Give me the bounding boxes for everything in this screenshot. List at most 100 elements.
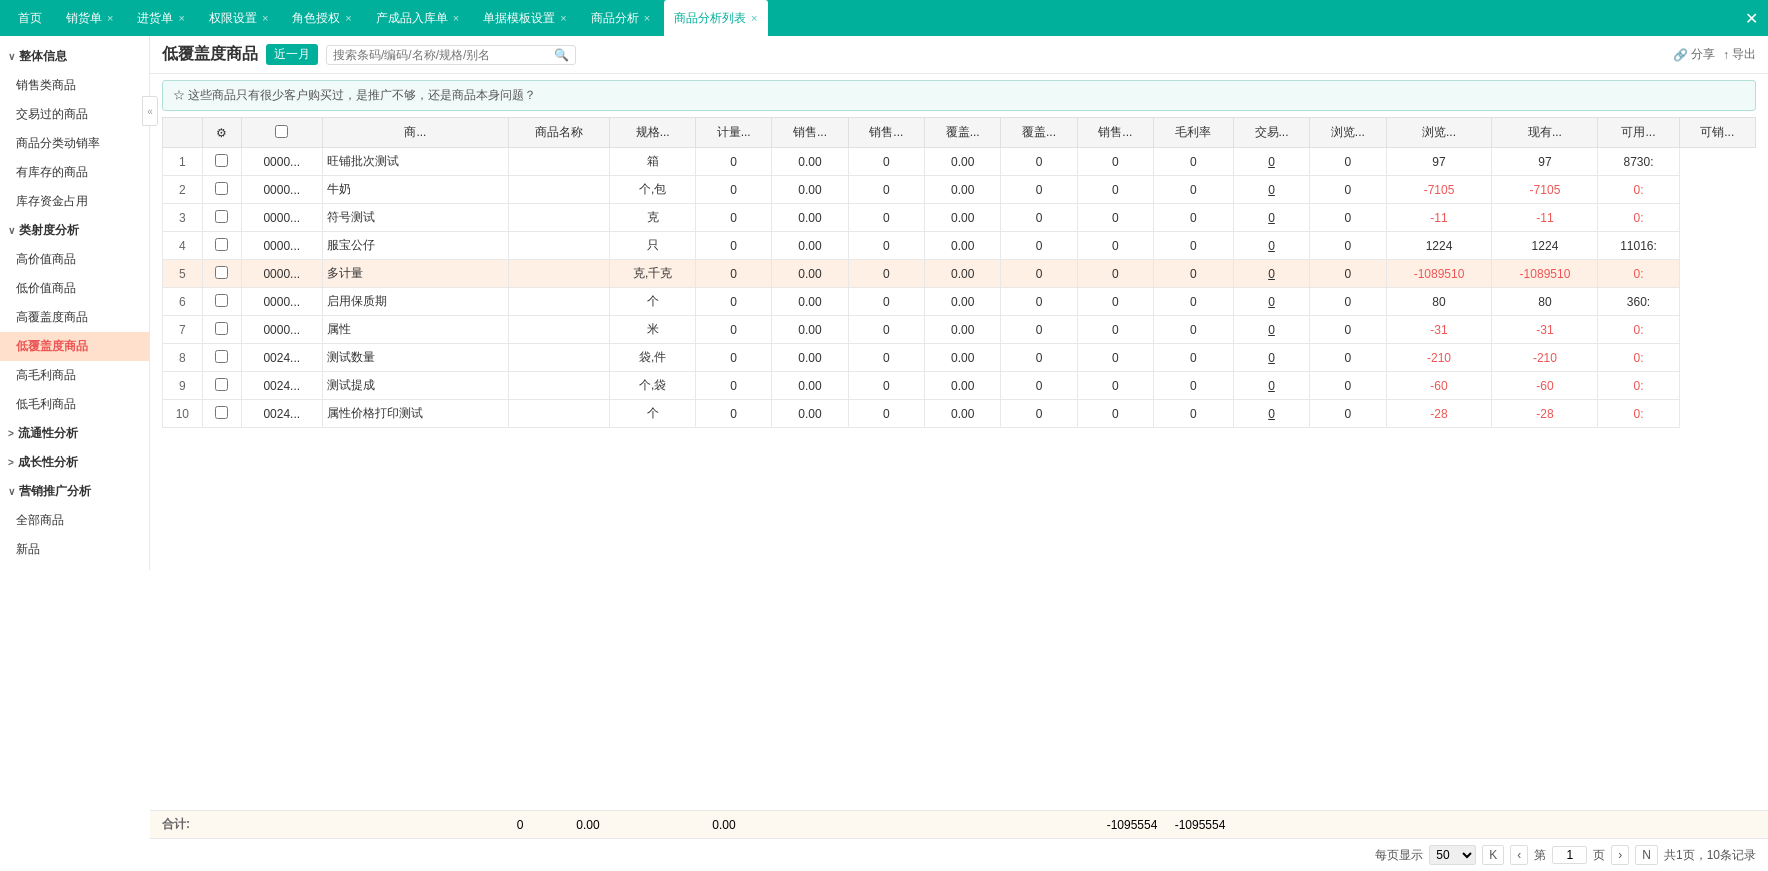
row-cover1-7: 0 bbox=[848, 344, 924, 372]
sidebar-item-new-goods[interactable]: 新品 bbox=[0, 535, 149, 564]
prev-page-button[interactable]: ‹ bbox=[1510, 845, 1528, 865]
nav-purchase-order[interactable]: 进货单 × bbox=[127, 0, 194, 36]
sidebar-item-sales-goods[interactable]: 销售类商品 bbox=[0, 71, 149, 100]
collapse-icon: > bbox=[8, 428, 14, 439]
time-filter-button[interactable]: 近一月 bbox=[266, 44, 318, 65]
row-browse1-4[interactable]: 0 bbox=[1233, 260, 1309, 288]
col-browse1-header: 浏览... bbox=[1310, 118, 1386, 148]
row-name-5[interactable]: 启用保质期 bbox=[322, 288, 508, 316]
row-checkbox-6[interactable] bbox=[202, 316, 241, 344]
row-browse1-9[interactable]: 0 bbox=[1233, 400, 1309, 428]
last-page-button[interactable]: N bbox=[1635, 845, 1658, 865]
first-page-button[interactable]: K bbox=[1482, 845, 1504, 865]
sidebar-collapse-button[interactable]: « bbox=[142, 96, 158, 126]
row-name-0[interactable]: 旺铺批次测试 bbox=[322, 148, 508, 176]
row-checkbox-2[interactable] bbox=[202, 204, 241, 232]
sidebar-section-liquidity[interactable]: > 流通性分析 bbox=[0, 419, 149, 448]
col-trade-header: 交易... bbox=[1233, 118, 1309, 148]
close-icon[interactable]: × bbox=[178, 0, 184, 36]
sidebar-section-growth[interactable]: > 成长性分析 bbox=[0, 448, 149, 477]
footer-sales2-total: 0.00 bbox=[558, 818, 618, 832]
row-checkbox-5[interactable] bbox=[202, 288, 241, 316]
nav-product-analysis[interactable]: 商品分析 × bbox=[581, 0, 660, 36]
sidebar-item-high-value[interactable]: 高价值商品 bbox=[0, 245, 149, 274]
row-browse1-7[interactable]: 0 bbox=[1233, 344, 1309, 372]
sidebar-section-overview[interactable]: ∨ 整体信息 bbox=[0, 42, 149, 71]
nav-product-analysis-list[interactable]: 商品分析列表 × bbox=[664, 0, 767, 36]
row-browse1-6[interactable]: 0 bbox=[1233, 316, 1309, 344]
row-name-4[interactable]: 多计量 bbox=[322, 260, 508, 288]
close-icon[interactable]: × bbox=[644, 0, 650, 36]
per-page-select[interactable]: 50 100 200 bbox=[1429, 845, 1476, 865]
row-gross-4: 0 bbox=[1077, 260, 1153, 288]
sidebar-item-low-coverage[interactable]: 低覆盖度商品 bbox=[0, 332, 149, 361]
row-name-9[interactable]: 属性价格打印测试 bbox=[322, 400, 508, 428]
row-trade-0: 0 bbox=[1154, 148, 1234, 176]
nav-home[interactable]: 首页 bbox=[8, 0, 52, 36]
row-name-2[interactable]: 符号测试 bbox=[322, 204, 508, 232]
row-cover2-1: 0.00 bbox=[925, 176, 1001, 204]
row-name-7[interactable]: 测试数量 bbox=[322, 344, 508, 372]
window-close-button[interactable]: ✕ bbox=[1745, 9, 1758, 28]
page-title: 低覆盖度商品 bbox=[162, 44, 258, 65]
share-button[interactable]: 🔗 分享 bbox=[1673, 46, 1715, 63]
close-icon[interactable]: × bbox=[751, 0, 757, 36]
close-icon[interactable]: × bbox=[560, 0, 566, 36]
export-button[interactable]: ↑ 导出 bbox=[1723, 46, 1756, 63]
row-name-8[interactable]: 测试提成 bbox=[322, 372, 508, 400]
nav-sales-order[interactable]: 销货单 × bbox=[56, 0, 123, 36]
sidebar-item-all-goods[interactable]: 全部商品 bbox=[0, 506, 149, 535]
sidebar-item-high-coverage[interactable]: 高覆盖度商品 bbox=[0, 303, 149, 332]
row-checkbox-9[interactable] bbox=[202, 400, 241, 428]
row-checkbox-1[interactable] bbox=[202, 176, 241, 204]
row-checkbox-0[interactable] bbox=[202, 148, 241, 176]
row-browse1-5[interactable]: 0 bbox=[1233, 288, 1309, 316]
row-sales2-9: 0.00 bbox=[772, 400, 848, 428]
nav-finished-goods[interactable]: 产成品入库单 × bbox=[366, 0, 469, 36]
row-browse1-2[interactable]: 0 bbox=[1233, 204, 1309, 232]
sidebar-section-coverage-analysis[interactable]: ∨ 类射度分析 bbox=[0, 216, 149, 245]
row-unit-3: 只 bbox=[610, 232, 696, 260]
sidebar-item-category-sales-rate[interactable]: 商品分类动销率 bbox=[0, 129, 149, 158]
row-browse1-0[interactable]: 0 bbox=[1233, 148, 1309, 176]
nav-permission-settings[interactable]: 权限设置 × bbox=[199, 0, 278, 36]
row-spec-0 bbox=[509, 148, 610, 176]
search-input[interactable] bbox=[333, 48, 550, 62]
row-name-3[interactable]: 服宝公仔 bbox=[322, 232, 508, 260]
row-checkbox-3[interactable] bbox=[202, 232, 241, 260]
nav-role-auth[interactable]: 角色授权 × bbox=[282, 0, 361, 36]
current-page-input[interactable] bbox=[1552, 846, 1587, 864]
table-row: 6 0000... 启用保质期 个 0 0.00 0 0.00 0 0 0 0 … bbox=[163, 288, 1756, 316]
row-name-1[interactable]: 牛奶 bbox=[322, 176, 508, 204]
row-browse1-3[interactable]: 0 bbox=[1233, 232, 1309, 260]
sidebar-container: ∨ 整体信息 销售类商品 交易过的商品 商品分类动销率 有库存的商品 库存资金占… bbox=[0, 36, 150, 871]
next-page-button[interactable]: › bbox=[1611, 845, 1629, 865]
sidebar-item-in-stock[interactable]: 有库存的商品 bbox=[0, 158, 149, 187]
col-checkbox[interactable] bbox=[241, 118, 322, 148]
table-row: 1 0000... 旺铺批次测试 箱 0 0.00 0 0.00 0 0 0 0… bbox=[163, 148, 1756, 176]
row-spec-7 bbox=[509, 344, 610, 372]
nav-template-settings[interactable]: 单据模板设置 × bbox=[473, 0, 576, 36]
select-all-checkbox[interactable] bbox=[275, 125, 288, 138]
close-icon[interactable]: × bbox=[453, 0, 459, 36]
row-sales1-9: 0 bbox=[696, 400, 772, 428]
search-icon[interactable]: 🔍 bbox=[554, 48, 569, 62]
row-checkbox-4[interactable] bbox=[202, 260, 241, 288]
sidebar-item-traded-goods[interactable]: 交易过的商品 bbox=[0, 100, 149, 129]
row-browse1-1[interactable]: 0 bbox=[1233, 176, 1309, 204]
row-checkbox-8[interactable] bbox=[202, 372, 241, 400]
sidebar-item-low-margin[interactable]: 低毛利商品 bbox=[0, 390, 149, 419]
close-icon[interactable]: × bbox=[262, 0, 268, 36]
close-icon[interactable]: × bbox=[345, 0, 351, 36]
row-trade-7: 0 bbox=[1154, 344, 1234, 372]
row-checkbox-7[interactable] bbox=[202, 344, 241, 372]
sidebar-item-inventory-capital[interactable]: 库存资金占用 bbox=[0, 187, 149, 216]
sidebar-item-high-margin[interactable]: 高毛利商品 bbox=[0, 361, 149, 390]
table-header-row: ⚙ 商... 商品名称 规格... 计量... 销售... 销售... 覆盖..… bbox=[163, 118, 1756, 148]
col-settings[interactable]: ⚙ bbox=[202, 118, 241, 148]
close-icon[interactable]: × bbox=[107, 0, 113, 36]
sidebar-item-low-value[interactable]: 低价值商品 bbox=[0, 274, 149, 303]
row-browse1-8[interactable]: 0 bbox=[1233, 372, 1309, 400]
sidebar-section-marketing[interactable]: ∨ 营销推广分析 bbox=[0, 477, 149, 506]
row-name-6[interactable]: 属性 bbox=[322, 316, 508, 344]
